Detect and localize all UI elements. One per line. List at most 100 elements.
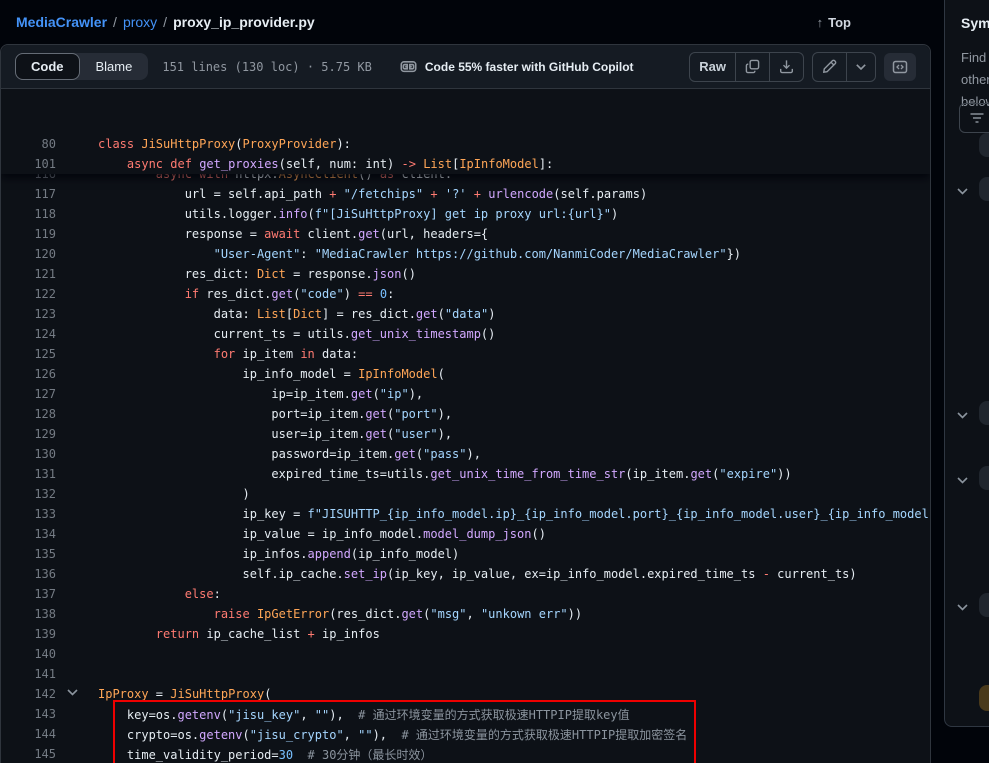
gutter-spacer [56, 154, 98, 174]
gutter-spacer [56, 264, 98, 284]
code-text: ip_value = ip_info_model.model_dump_json… [98, 527, 546, 541]
chevron-down-icon[interactable] [67, 689, 78, 696]
symbol-expand-chevron[interactable] [957, 406, 968, 424]
gutter-spacer [56, 304, 98, 324]
filter-icon [969, 110, 985, 126]
line-number[interactable]: 144 [1, 727, 56, 741]
line-number[interactable]: 136 [1, 567, 56, 581]
breadcrumb-repo-link[interactable]: MediaCrawler [16, 14, 107, 30]
symbol-expand-chevron[interactable] [957, 471, 968, 489]
code-line: 127 ip=ip_item.get("ip"), [1, 384, 930, 404]
symbol-expand-chevron[interactable] [957, 182, 968, 200]
line-number[interactable]: 145 [1, 747, 56, 761]
line-number[interactable]: 121 [1, 267, 56, 281]
gutter-spacer [56, 624, 98, 644]
code-text: url = self.api_path + "/fetchips" + '?' … [98, 187, 647, 201]
symbols-filter-button[interactable] [959, 103, 989, 133]
code-line: 143 key=os.getenv("jisu_key", ""), # 通过环… [1, 704, 930, 724]
breadcrumb-folder-link[interactable]: proxy [123, 14, 157, 30]
line-number[interactable]: 118 [1, 207, 56, 221]
line-number[interactable]: 80 [1, 137, 56, 151]
line-number[interactable]: 117 [1, 187, 56, 201]
line-number[interactable]: 134 [1, 527, 56, 541]
line-number[interactable]: 141 [1, 667, 56, 681]
gutter-spacer [56, 424, 98, 444]
code-text: ip=ip_item.get("ip"), [98, 387, 423, 401]
code-lines: 116 async with httpx.AsyncClient() as cl… [1, 134, 930, 763]
line-number[interactable]: 143 [1, 707, 56, 721]
collapse-toggle[interactable] [56, 684, 98, 704]
line-number[interactable]: 132 [1, 487, 56, 501]
code-text: async def get_proxies(self, num: int) ->… [98, 157, 553, 171]
line-number[interactable]: 125 [1, 347, 56, 361]
code-line: 117 url = self.api_path + "/fetchips" + … [1, 184, 930, 204]
symbol-pill[interactable] [979, 133, 989, 157]
line-number[interactable]: 122 [1, 287, 56, 301]
symbol-pill[interactable] [979, 401, 989, 425]
chevron-down-icon[interactable] [957, 477, 968, 484]
symbol-pill[interactable] [979, 593, 989, 617]
symbol-expand-chevron[interactable] [957, 598, 968, 616]
line-number[interactable]: 138 [1, 607, 56, 621]
line-number[interactable]: 139 [1, 627, 56, 641]
code-text: time_validity_period=30 # 30分钟（最长时效） [98, 746, 432, 763]
tab-code[interactable]: Code [15, 53, 80, 80]
gutter-spacer [56, 584, 98, 604]
pencil-icon [822, 59, 837, 74]
line-number[interactable]: 120 [1, 247, 56, 261]
symbols-pane-toggle-button[interactable] [884, 53, 916, 81]
arrow-up-icon: ↑ [817, 15, 824, 30]
copy-icon [745, 59, 760, 74]
line-number[interactable]: 119 [1, 227, 56, 241]
raw-button[interactable]: Raw [690, 53, 735, 81]
code-text: data: List[Dict] = res_dict.get("data") [98, 307, 495, 321]
line-number[interactable]: 140 [1, 647, 56, 661]
symbols-description-line: other [961, 69, 989, 91]
line-number[interactable]: 137 [1, 587, 56, 601]
back-to-top-link[interactable]: ↑ Top [817, 15, 851, 30]
symbol-pill[interactable] [979, 685, 989, 711]
download-icon [779, 59, 794, 74]
symbol-pill[interactable] [979, 466, 989, 490]
line-number[interactable]: 133 [1, 507, 56, 521]
tab-blame[interactable]: Blame [80, 53, 149, 80]
symbol-pill[interactable] [979, 177, 989, 201]
code-text: IpProxy = JiSuHttpProxy( [98, 687, 271, 701]
edit-file-button[interactable] [813, 53, 846, 81]
copy-raw-button[interactable] [735, 53, 769, 81]
chevron-down-icon[interactable] [957, 188, 968, 195]
chevron-down-icon[interactable] [957, 604, 968, 611]
line-number[interactable]: 126 [1, 367, 56, 381]
gutter-spacer [56, 384, 98, 404]
line-number[interactable]: 131 [1, 467, 56, 481]
code-line: 132 ) [1, 484, 930, 504]
line-number[interactable]: 128 [1, 407, 56, 421]
raw-copy-download-group: Raw [689, 52, 804, 82]
line-number[interactable]: 129 [1, 427, 56, 441]
gutter-spacer [56, 504, 98, 524]
code-text: class JiSuHttpProxy(ProxyProvider): [98, 137, 351, 151]
code-text: res_dict: Dict = response.json() [98, 267, 416, 281]
code-text: else: [98, 587, 221, 601]
chevron-down-icon[interactable] [957, 412, 968, 419]
code-line: 137 else: [1, 584, 930, 604]
gutter-spacer [56, 644, 98, 664]
code-text: ip_infos.append(ip_info_model) [98, 547, 459, 561]
line-number[interactable]: 124 [1, 327, 56, 341]
gutter-spacer [56, 444, 98, 464]
line-number[interactable]: 142 [1, 687, 56, 701]
edit-dropdown-button[interactable] [846, 53, 875, 81]
copilot-banner[interactable]: Code 55% faster with GitHub Copilot [400, 58, 634, 75]
breadcrumb-separator: / [113, 14, 117, 30]
line-number[interactable]: 135 [1, 547, 56, 561]
symbol-row [945, 593, 989, 617]
line-number[interactable]: 130 [1, 447, 56, 461]
line-number[interactable]: 123 [1, 307, 56, 321]
breadcrumb: MediaCrawler / proxy / proxy_ip_provider… [16, 14, 315, 30]
download-raw-button[interactable] [769, 53, 803, 81]
code-line: 125 for ip_item in data: [1, 344, 930, 364]
line-number[interactable]: 101 [1, 157, 56, 171]
line-number[interactable]: 127 [1, 387, 56, 401]
gutter-spacer [56, 364, 98, 384]
code-line: 141 [1, 664, 930, 684]
